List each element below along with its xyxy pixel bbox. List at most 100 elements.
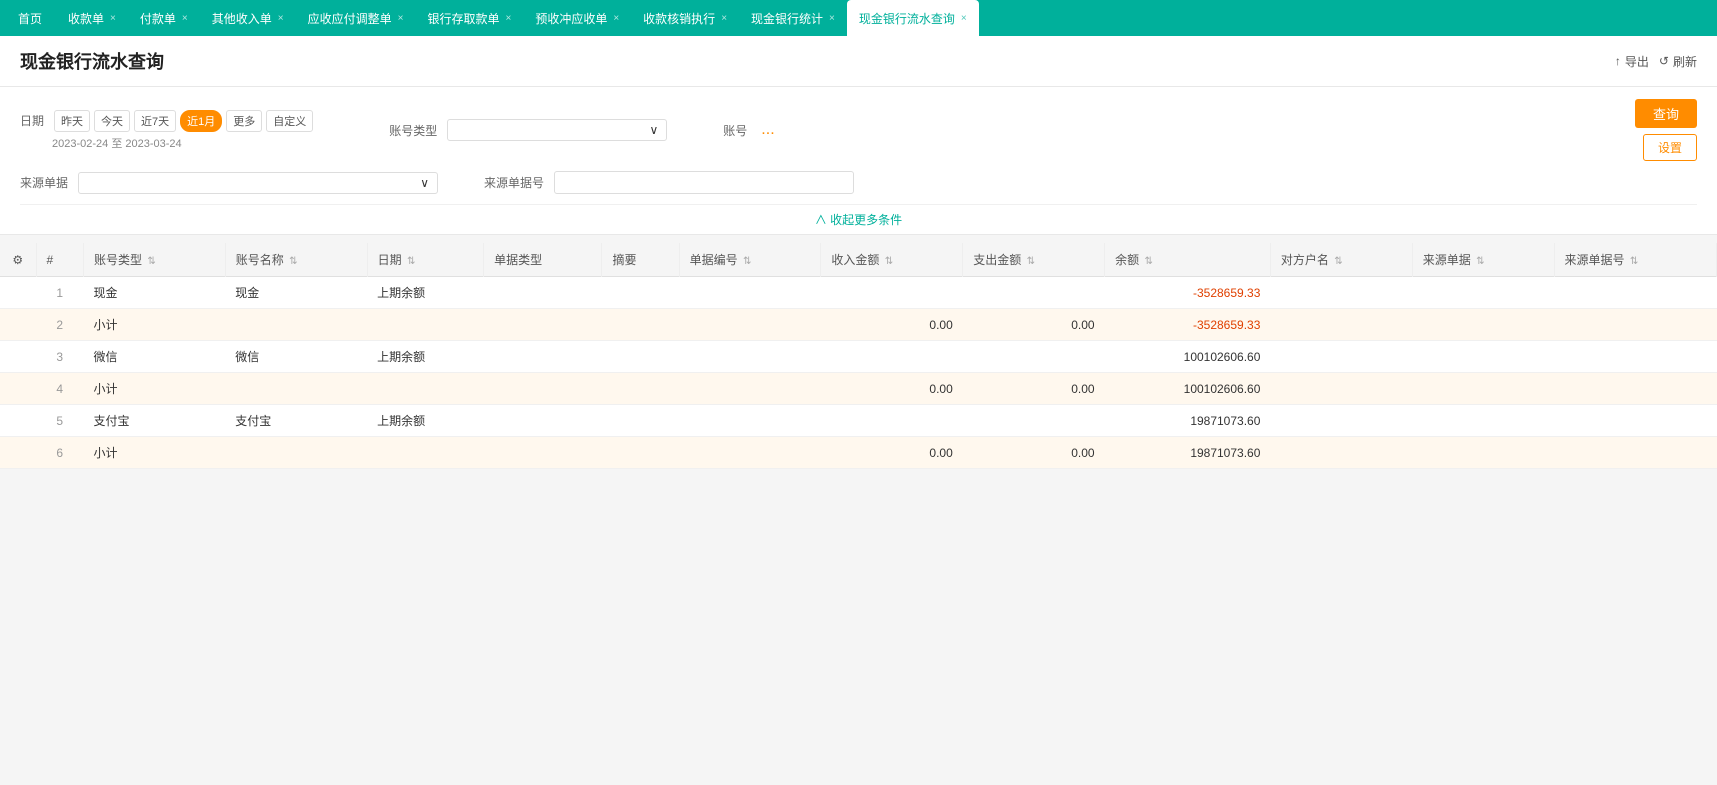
nav-tab-yinhangcunqudan[interactable]: 银行存取款单 × (415, 0, 523, 36)
th-account-name[interactable]: 账号名称 ⇅ (225, 243, 367, 277)
date-btn-today[interactable]: 今天 (94, 110, 130, 132)
refresh-label: 刷新 (1673, 53, 1697, 70)
cell-source-doc (1412, 373, 1554, 405)
cell-source-doc (1412, 405, 1554, 437)
cell-summary (602, 373, 679, 405)
table-row[interactable]: 2 小计 0.00 0.00 -3528659.33 (0, 309, 1717, 341)
table-row[interactable]: 4 小计 0.00 0.00 100102606.60 (0, 373, 1717, 405)
cell-summary (602, 341, 679, 373)
nav-tab-xianjinyinhangliushui[interactable]: 现金银行流水查询 × (847, 0, 979, 36)
th-counterpart[interactable]: 对方户名 ⇅ (1270, 243, 1412, 277)
header-actions: ↑ 导出 ↺ 刷新 (1615, 53, 1697, 70)
date-btn-more[interactable]: 更多 (226, 110, 262, 132)
nav-tab-shoukuanhexiao[interactable]: 收款核销执行 × (631, 0, 739, 36)
collapse-bar[interactable]: ∧ 收起更多条件 (20, 204, 1697, 234)
table-row[interactable]: 1 现金 现金 上期余额 -3528659.33 (0, 277, 1717, 309)
cell-num: 5 (36, 405, 83, 437)
cell-summary (602, 309, 679, 341)
cell-balance: 19871073.60 (1105, 405, 1271, 437)
nav-tab-xianjinyinhangTongji[interactable]: 现金银行统计 × (739, 0, 847, 36)
table-row[interactable]: 3 微信 微信 上期余额 100102606.60 (0, 341, 1717, 373)
th-account-type[interactable]: 账号类型 ⇅ (83, 243, 225, 277)
close-icon[interactable]: × (110, 13, 116, 24)
cell-source-doc (1412, 277, 1554, 309)
cell-date (367, 309, 484, 341)
data-table: ⚙ # 账号类型 ⇅ 账号名称 ⇅ 日期 ⇅ 单据类型 (0, 243, 1717, 469)
cell-num: 1 (36, 277, 83, 309)
cell-counterpart (1270, 341, 1412, 373)
cell-expense: 0.00 (963, 373, 1105, 405)
nav-tab-label: 应收应付调整单 (308, 10, 392, 27)
close-icon[interactable]: × (613, 13, 619, 24)
cell-account-type: 微信 (83, 341, 225, 373)
th-source-doc-no[interactable]: 来源单据号 ⇅ (1554, 243, 1716, 277)
filter-area: 日期 昨天 今天 近7天 近1月 更多 自定义 2023-02-24 至 202… (0, 87, 1717, 235)
gear-icon[interactable]: ⚙ (12, 253, 23, 267)
close-icon[interactable]: × (278, 13, 284, 24)
close-icon[interactable]: × (721, 13, 727, 24)
filter-row-2: 来源单据 ∨ 来源单据号 (20, 171, 1697, 194)
settings-button[interactable]: 设置 (1643, 134, 1697, 161)
th-expense[interactable]: 支出金额 ⇅ (963, 243, 1105, 277)
cell-expense (963, 277, 1105, 309)
filter-row-1: 日期 昨天 今天 近7天 近1月 更多 自定义 2023-02-24 至 202… (20, 99, 1697, 161)
th-doc-type: 单据类型 (484, 243, 602, 277)
close-icon[interactable]: × (182, 13, 188, 24)
th-date[interactable]: 日期 ⇅ (367, 243, 484, 277)
nav-tab-label: 现金银行流水查询 (859, 10, 955, 27)
th-gear[interactable]: ⚙ (0, 243, 36, 277)
collapse-icon: ∧ (815, 213, 827, 227)
cell-doc-no (679, 405, 821, 437)
cell-account-name: 微信 (225, 341, 367, 373)
nav-tab-fukuandan[interactable]: 付款单 × (128, 0, 200, 36)
cell-doc-type (484, 373, 602, 405)
cell-num: 3 (36, 341, 83, 373)
cell-income: 0.00 (821, 309, 963, 341)
date-btn-custom[interactable]: 自定义 (266, 110, 313, 132)
date-btn-7days[interactable]: 近7天 (134, 110, 176, 132)
th-source-doc[interactable]: 来源单据 ⇅ (1412, 243, 1554, 277)
date-shortcuts: 昨天 今天 近7天 近1月 更多 自定义 (54, 110, 313, 132)
cell-doc-type (484, 405, 602, 437)
account-dots-button[interactable]: ... (757, 121, 778, 139)
close-icon[interactable]: × (961, 13, 967, 24)
cell-account-type: 小计 (83, 437, 225, 469)
nav-tab-label: 银行存取款单 (427, 10, 499, 27)
cell-balance: 100102606.60 (1105, 341, 1271, 373)
export-icon: ↑ (1615, 54, 1621, 68)
th-summary-label: 摘要 (612, 253, 636, 267)
query-button[interactable]: 查询 (1635, 99, 1697, 128)
cell-income (821, 405, 963, 437)
cell-doc-no (679, 437, 821, 469)
cell-source-doc-no (1554, 309, 1716, 341)
cell-gear (0, 373, 36, 405)
th-balance[interactable]: 余额 ⇅ (1105, 243, 1271, 277)
cell-source-doc (1412, 309, 1554, 341)
refresh-button[interactable]: ↺ 刷新 (1659, 53, 1697, 70)
cell-account-name: 支付宝 (225, 405, 367, 437)
table-row[interactable]: 5 支付宝 支付宝 上期余额 19871073.60 (0, 405, 1717, 437)
th-income[interactable]: 收入金额 ⇅ (821, 243, 963, 277)
nav-tab-yingshoupayTiaozhenDan[interactable]: 应收应付调整单 × (296, 0, 416, 36)
cell-account-name (225, 309, 367, 341)
cell-gear (0, 341, 36, 373)
cell-income: 0.00 (821, 437, 963, 469)
export-button[interactable]: ↑ 导出 (1615, 53, 1649, 70)
table-row[interactable]: 6 小计 0.00 0.00 19871073.60 (0, 437, 1717, 469)
date-btn-1month[interactable]: 近1月 (180, 110, 222, 132)
nav-home[interactable]: 首页 (4, 10, 56, 27)
nav-tab-yushoudan[interactable]: 预收冲应收单 × (523, 0, 631, 36)
th-doc-no[interactable]: 单据编号 ⇅ (679, 243, 821, 277)
close-icon[interactable]: × (829, 13, 835, 24)
close-icon[interactable]: × (398, 13, 404, 24)
nav-tab-shoukuandan[interactable]: 收款单 × (56, 0, 128, 36)
close-icon[interactable]: × (505, 13, 511, 24)
nav-tab-qitashouruden[interactable]: 其他收入单 × (200, 0, 296, 36)
account-type-select[interactable]: ∨ (447, 119, 667, 141)
cell-source-doc-no (1554, 341, 1716, 373)
cell-balance: -3528659.33 (1105, 277, 1271, 309)
source-doc-no-input[interactable] (554, 171, 854, 194)
nav-tab-label: 收款核销执行 (643, 10, 715, 27)
source-doc-select[interactable]: ∨ (78, 172, 438, 194)
date-btn-yesterday[interactable]: 昨天 (54, 110, 90, 132)
